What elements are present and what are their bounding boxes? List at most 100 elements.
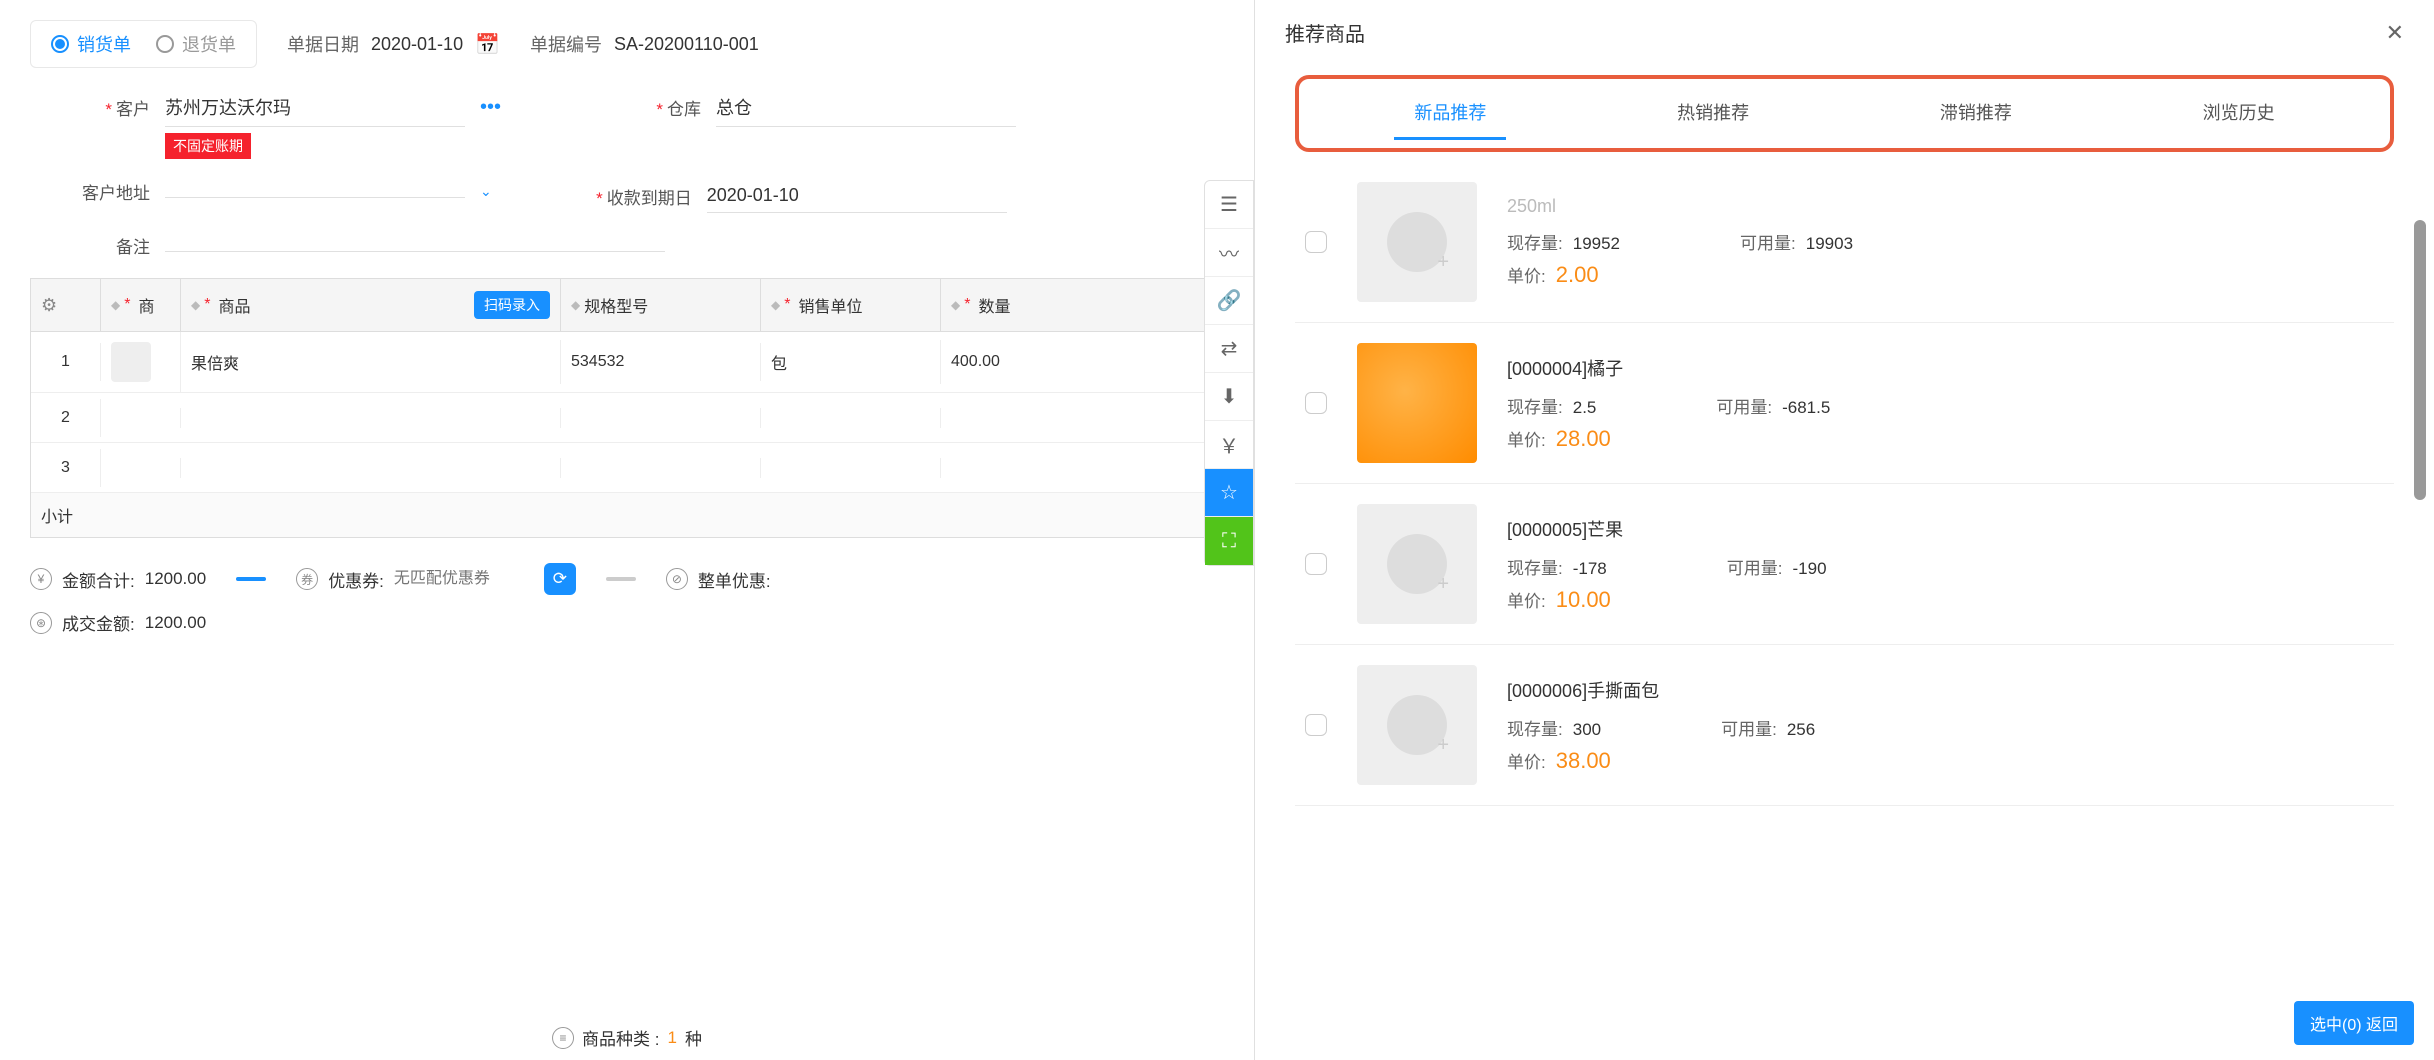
row-spec[interactable] <box>561 408 761 428</box>
info-icon: ≡ <box>552 1027 574 1049</box>
customer-lookup-button[interactable]: ••• <box>480 96 501 119</box>
subtotal-row: 小计 <box>31 493 1223 537</box>
row-thumb <box>101 408 181 428</box>
radio-icon <box>156 35 174 53</box>
scrollbar[interactable] <box>2414 220 2426 500</box>
tab-browse-history[interactable]: 浏览历史 <box>2183 87 2295 140</box>
kinds-unit: 种 <box>685 1025 702 1050</box>
doc-date-field: 单据日期 2020-01-10 📅 <box>287 31 500 57</box>
due-date-value[interactable]: 2020-01-10 <box>707 179 1007 213</box>
product-name: [0000005]芒果 <box>1507 516 2384 542</box>
tab-return-order[interactable]: 退货单 <box>156 31 236 57</box>
yen-icon: ¥ <box>30 568 52 590</box>
discount-label: 整单优惠: <box>698 567 771 592</box>
product-name: [0000006]手撕面包 <box>1507 677 2384 703</box>
close-icon[interactable]: ✕ <box>2386 20 2404 46</box>
chart-icon[interactable]: 〰 <box>1205 229 1253 277</box>
item-checkbox[interactable] <box>1305 714 1327 736</box>
link-icon[interactable]: 🔗 <box>1205 277 1253 325</box>
row-spec[interactable]: 534532 <box>561 343 761 381</box>
tab-new-recommend[interactable]: 新品推荐 <box>1394 87 1506 140</box>
expand-icon[interactable]: ⛶ <box>1205 517 1253 565</box>
row-thumb <box>101 332 181 392</box>
doc-date-label: 单据日期 <box>287 31 359 57</box>
bookmark-icon[interactable]: ⬇ <box>1205 373 1253 421</box>
recommend-item: [0000005]芒果现存量:-178可用量:-190单价:10.00 <box>1295 484 2394 645</box>
recommend-item: [0000006]手撕面包现存量:300可用量:256单价:38.00 <box>1295 645 2394 806</box>
product-name: [0000004]橘子 <box>1507 355 2384 381</box>
coupon-field: 券 优惠券: ⟳ <box>296 563 576 595</box>
recommend-list[interactable]: 250ml现存量:19952可用量:19903单价:2.00[0000004]橘… <box>1255 162 2434 986</box>
table-row[interactable]: 1果倍爽534532包400.00 <box>31 332 1223 393</box>
row-qty[interactable] <box>941 408 1061 428</box>
tab-label: 销货单 <box>77 31 131 57</box>
table-row[interactable]: 3 <box>31 443 1223 493</box>
coupon-label: 优惠券: <box>328 567 384 592</box>
kinds-value: 1 <box>667 1028 676 1048</box>
sort-icon[interactable]: ◆ <box>771 298 780 312</box>
available-stat: 可用量:-681.5 <box>1716 393 1830 418</box>
customer-value[interactable]: 苏州万达沃尔玛 <box>165 88 465 127</box>
row-qty[interactable] <box>941 458 1061 478</box>
col-product: 商品 <box>218 293 250 317</box>
remark-field: 备注 <box>30 233 665 258</box>
items-grid: ⚙ ◆*商 ◆*商品扫码录入 ◆规格型号 ◆*销售单位 ◆*数量 1果倍爽534… <box>30 278 1224 538</box>
stock-stat: 现存量:19952 <box>1507 229 1620 254</box>
sort-icon[interactable]: ◆ <box>191 298 200 312</box>
address-field: 客户地址 ⌄ <box>30 179 492 204</box>
warehouse-field: *仓库 总仓 <box>581 88 1016 127</box>
warehouse-value[interactable]: 总仓 <box>716 88 1016 127</box>
row-spec[interactable] <box>561 458 761 478</box>
refresh-button[interactable]: ⟳ <box>544 563 576 595</box>
row-unit[interactable] <box>761 458 941 478</box>
item-checkbox[interactable] <box>1305 231 1327 253</box>
item-checkbox[interactable] <box>1305 392 1327 414</box>
coupon-input[interactable] <box>394 570 534 588</box>
sort-icon[interactable]: ◆ <box>111 298 120 312</box>
select-return-button[interactable]: 选中(0) 返回 <box>2294 1001 2414 1045</box>
table-row[interactable]: 2 <box>31 393 1223 443</box>
list-icon[interactable]: ☰ <box>1205 181 1253 229</box>
row-product[interactable] <box>181 408 561 428</box>
exchange-icon[interactable]: ⇄ <box>1205 325 1253 373</box>
col-qty: 数量 <box>978 293 1010 317</box>
row-unit[interactable]: 包 <box>761 340 941 384</box>
tab-slow-recommend[interactable]: 滞销推荐 <box>1920 87 2032 140</box>
amount-total: ¥ 金额合计: 1200.00 <box>30 567 206 592</box>
doc-number-field: 单据编号 SA-20200110-001 <box>530 31 759 57</box>
coupon-icon: 券 <box>296 568 318 590</box>
deal-label: 成交金额: <box>62 610 135 635</box>
deal-icon: ⊛ <box>30 612 52 634</box>
recommend-item: 250ml现存量:19952可用量:19903单价:2.00 <box>1295 162 2394 323</box>
doc-date-value[interactable]: 2020-01-10 <box>371 34 463 55</box>
customer-field: *客户 苏州万达沃尔玛 ••• <box>30 88 501 127</box>
item-checkbox[interactable] <box>1305 553 1327 575</box>
scan-input-button[interactable]: 扫码录入 <box>474 291 550 319</box>
tab-hot-recommend[interactable]: 热销推荐 <box>1657 87 1769 140</box>
account-period-badge: 不固定账期 <box>165 133 251 159</box>
row-qty[interactable]: 400.00 <box>941 343 1061 381</box>
recommend-item: [0000004]橘子现存量:2.5可用量:-681.5单价:28.00 <box>1295 323 2394 484</box>
col-unit: 销售单位 <box>798 293 862 317</box>
tab-sales-order[interactable]: 销货单 <box>51 31 131 57</box>
row-product[interactable]: 果倍爽 <box>181 340 561 384</box>
gear-icon[interactable]: ⚙ <box>41 295 57 316</box>
price-row: 单价:38.00 <box>1507 748 2384 774</box>
calendar-icon[interactable]: 📅 <box>475 32 500 57</box>
product-image <box>1357 665 1477 785</box>
due-date-field: *收款到期日 2020-01-10 <box>572 179 1007 213</box>
row-product[interactable] <box>181 458 561 478</box>
address-input[interactable] <box>165 185 465 198</box>
currency-icon[interactable]: ￥ <box>1205 421 1253 469</box>
sort-icon[interactable]: ◆ <box>571 298 580 312</box>
tab-label: 退货单 <box>182 31 236 57</box>
available-stat: 可用量:256 <box>1721 715 1815 740</box>
star-icon[interactable]: ☆ <box>1205 469 1253 517</box>
row-unit[interactable] <box>761 408 941 428</box>
discount-icon: ⊘ <box>666 568 688 590</box>
row-index: 3 <box>31 449 101 487</box>
remark-input[interactable] <box>165 239 665 252</box>
amount-label: 金额合计: <box>62 567 135 592</box>
sort-icon[interactable]: ◆ <box>951 298 960 312</box>
chevron-down-icon[interactable]: ⌄ <box>480 183 492 200</box>
